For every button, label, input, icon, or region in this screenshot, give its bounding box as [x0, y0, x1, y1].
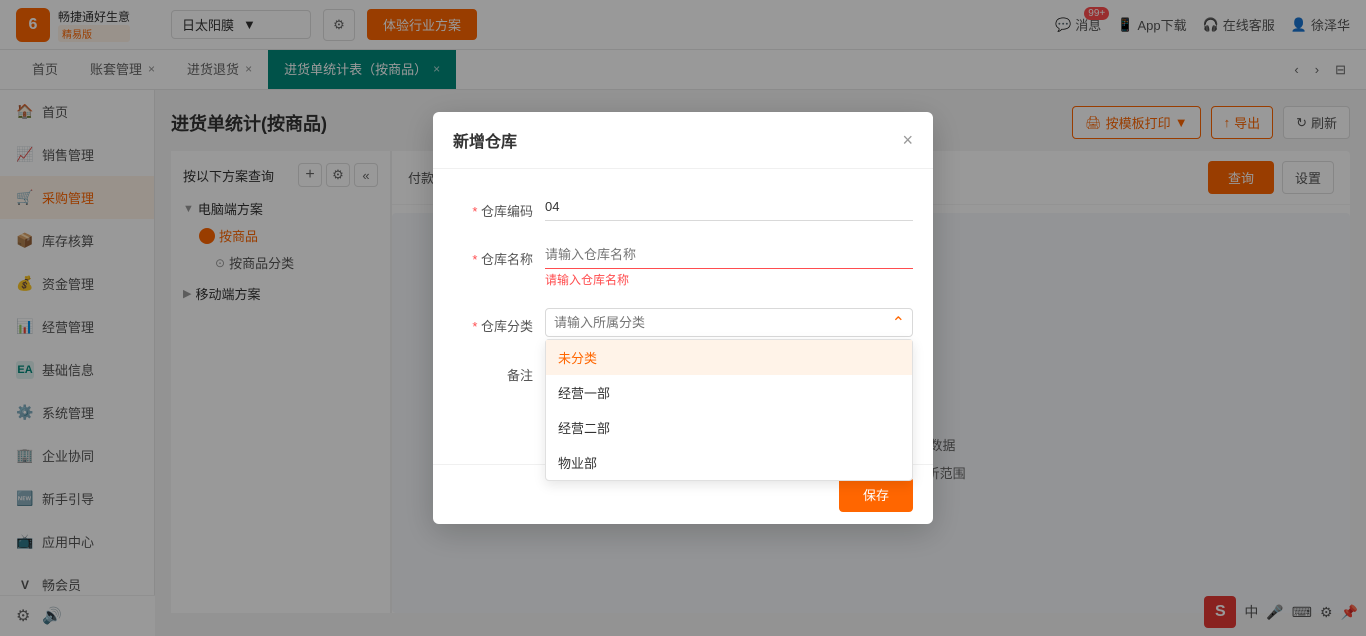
cat-option-none[interactable]: 未分类 [546, 340, 912, 375]
warehouse-code-control [545, 193, 913, 221]
dialog-close-btn[interactable]: × [902, 130, 913, 151]
cat-option-facility[interactable]: 物业部 [546, 445, 912, 480]
cat-option-dept2[interactable]: 经营二部 [546, 410, 912, 445]
warehouse-code-label: 仓库编码 [453, 193, 533, 220]
save-btn[interactable]: 保存 [839, 477, 913, 512]
warehouse-cat-input[interactable] [545, 308, 913, 337]
cat-dropdown-icon[interactable]: ⌃ [892, 313, 905, 333]
warehouse-name-label: 仓库名称 [453, 241, 533, 268]
warehouse-name-error: 请输入仓库名称 [545, 271, 913, 288]
notes-label: 备注 [453, 357, 533, 384]
warehouse-cat-dropdown: 未分类 经营一部 经营二部 物业部 [545, 339, 913, 481]
dialog-header: 新增仓库 × [433, 112, 933, 169]
warehouse-code-input[interactable] [545, 193, 913, 221]
cat-option-dept1[interactable]: 经营一部 [546, 375, 912, 410]
dialog-body: 仓库编码 仓库名称 请输入仓库名称 仓库分类 ⌃ [433, 169, 933, 464]
dialog-title: 新增仓库 [453, 128, 517, 152]
warehouse-cat-row: 仓库分类 ⌃ 未分类 经营一部 经营二部 物业部 [453, 308, 913, 337]
warehouse-name-control: 请输入仓库名称 [545, 241, 913, 288]
warehouse-name-row: 仓库名称 请输入仓库名称 [453, 241, 913, 288]
new-warehouse-dialog: 新增仓库 × 仓库编码 仓库名称 请输入仓库名称 仓库分类 [433, 112, 933, 524]
warehouse-name-input[interactable] [545, 241, 913, 269]
warehouse-cat-control: ⌃ 未分类 经营一部 经营二部 物业部 [545, 308, 913, 337]
warehouse-code-row: 仓库编码 [453, 193, 913, 221]
warehouse-cat-label: 仓库分类 [453, 308, 533, 335]
dialog-overlay: 新增仓库 × 仓库编码 仓库名称 请输入仓库名称 仓库分类 [0, 0, 1366, 636]
